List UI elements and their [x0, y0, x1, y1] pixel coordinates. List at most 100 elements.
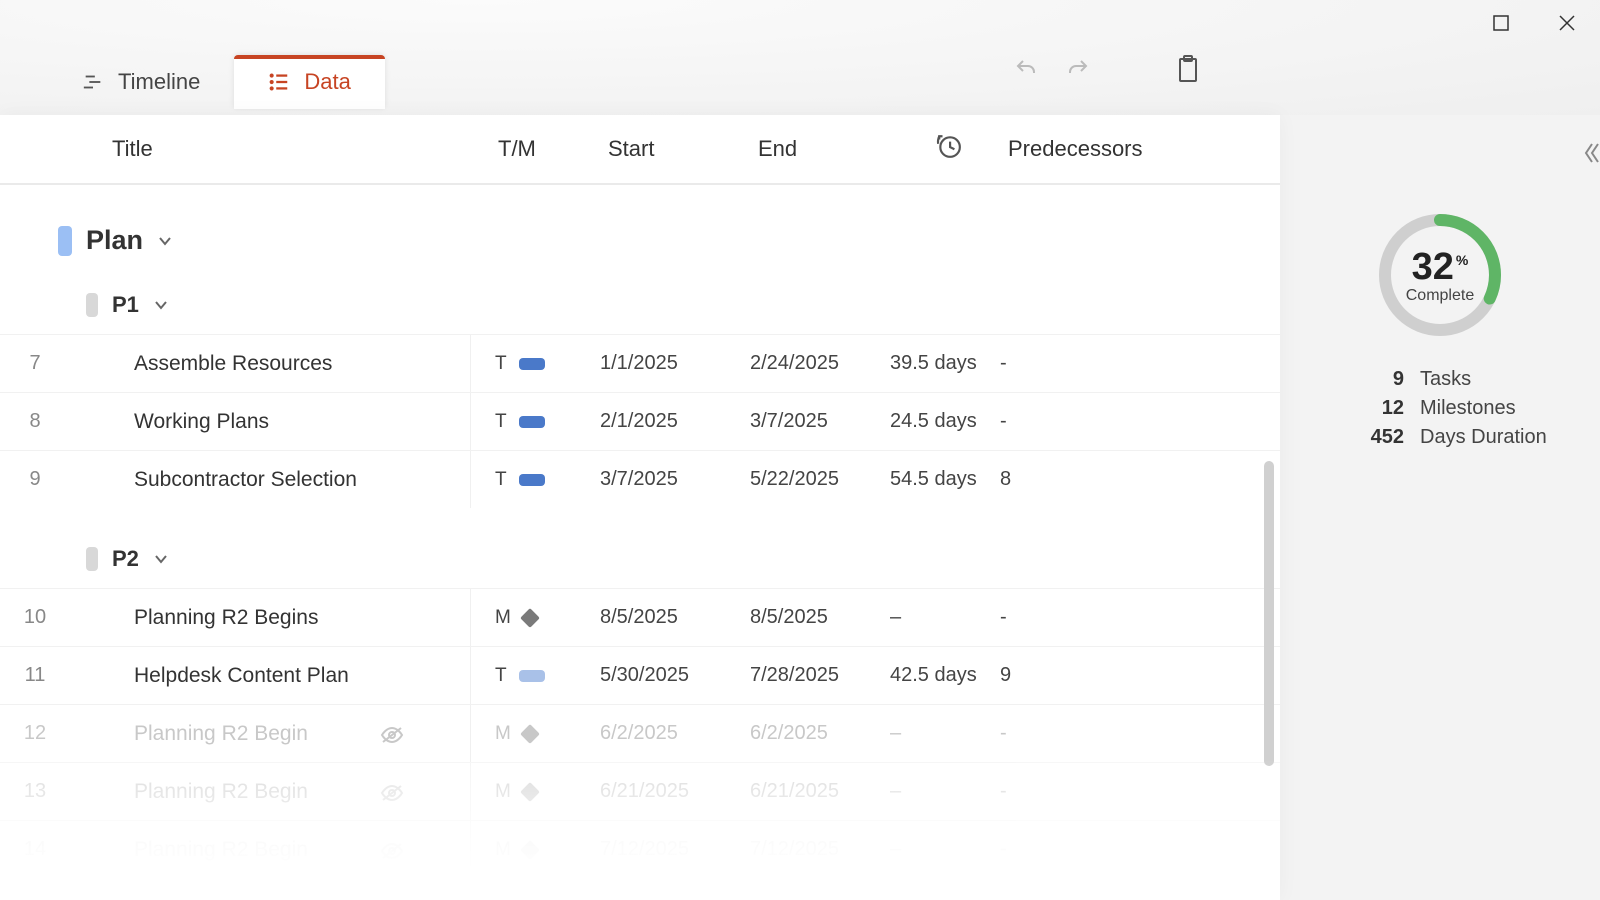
row-end[interactable]: 5/22/2025 [750, 468, 890, 491]
row-title[interactable]: Planning R2 Begin [70, 722, 470, 746]
row-duration[interactable]: 42.5 days [890, 664, 1000, 687]
column-end[interactable]: End [750, 136, 890, 162]
row-tm[interactable]: M [470, 763, 600, 820]
row-end[interactable]: 3/7/2025 [750, 410, 890, 433]
column-start[interactable]: Start [600, 136, 750, 162]
table-row[interactable]: 8 Working Plans T 2/1/2025 3/7/2025 24.5… [0, 392, 1280, 450]
row-start[interactable]: 1/1/2025 [600, 352, 750, 375]
row-tm[interactable]: T [470, 451, 600, 508]
row-end[interactable]: 6/2/2025 [750, 722, 890, 745]
row-predecessors[interactable]: 8 [1000, 468, 1180, 491]
table-row[interactable]: 13 Planning R2 Begin M 6/21/2025 6/21/20… [0, 762, 1280, 820]
group-p1-label: P1 [112, 292, 139, 318]
row-title[interactable]: Subcontractor Selection [70, 468, 470, 492]
row-duration[interactable]: 24.5 days [890, 410, 1000, 433]
hidden-icon [380, 726, 404, 744]
group-plan[interactable]: Plan [0, 215, 1280, 264]
row-start[interactable]: 2/1/2025 [600, 410, 750, 433]
chevron-down-icon [157, 233, 173, 249]
group-p2-label: P2 [112, 546, 139, 572]
row-predecessors[interactable]: - [1000, 606, 1180, 629]
row-title[interactable]: Planning R2 Begin [70, 780, 470, 804]
tab-data-label: Data [304, 69, 350, 95]
stat-tasks: 9 Tasks [1340, 368, 1570, 391]
row-duration[interactable]: – [890, 780, 1000, 803]
row-title[interactable]: Assemble Resources [70, 352, 470, 376]
column-header-row: Title T/M Start End Predecessors [0, 115, 1280, 185]
row-end[interactable]: 6/21/2025 [750, 780, 890, 803]
close-button[interactable] [1554, 10, 1580, 36]
row-predecessors[interactable]: - [1000, 352, 1180, 375]
column-tm[interactable]: T/M [470, 136, 600, 162]
clipboard-button[interactable] [1171, 52, 1205, 86]
row-duration[interactable]: 39.5 days [890, 352, 1000, 375]
row-start[interactable]: 5/30/2025 [600, 664, 750, 687]
progress-label: Complete [1406, 287, 1474, 305]
list-icon [268, 71, 290, 93]
row-title[interactable]: Planning R2 Begins [70, 606, 470, 630]
maximize-button[interactable] [1488, 10, 1514, 36]
row-duration[interactable]: – [890, 606, 1000, 629]
row-start[interactable]: 3/7/2025 [600, 468, 750, 491]
row-start[interactable]: 6/2/2025 [600, 722, 750, 745]
row-title[interactable]: Helpdesk Content Plan [70, 664, 470, 688]
row-start[interactable]: 8/5/2025 [600, 606, 750, 629]
group-plan-label: Plan [86, 225, 143, 256]
row-duration[interactable]: 54.5 days [890, 468, 1000, 491]
hidden-icon [380, 784, 404, 802]
row-tm[interactable]: M [470, 821, 600, 878]
row-duration[interactable]: – [890, 838, 1000, 861]
task-bar-icon [519, 358, 545, 370]
row-tm[interactable]: T [470, 335, 600, 392]
group-p2[interactable]: P2 [0, 536, 1280, 580]
row-predecessors[interactable]: - [1000, 838, 1180, 861]
scrollbar-thumb[interactable] [1264, 461, 1274, 766]
row-title[interactable]: Working Plans [70, 410, 470, 434]
row-number: 10 [0, 606, 70, 629]
data-grid-panel: Title T/M Start End Predecessors Plan P1… [0, 115, 1280, 900]
task-bar-icon [519, 670, 545, 682]
table-row[interactable]: 7 Assemble Resources T 1/1/2025 2/24/202… [0, 334, 1280, 392]
row-end[interactable]: 7/28/2025 [750, 664, 890, 687]
chevron-down-icon [153, 551, 169, 567]
task-bar-icon [519, 474, 545, 486]
row-number: 11 [0, 664, 70, 687]
chevron-down-icon [153, 297, 169, 313]
row-tm[interactable]: M [470, 705, 600, 762]
milestone-icon [520, 724, 540, 744]
panel-collapse-handle[interactable] [1582, 140, 1600, 166]
row-predecessors[interactable]: - [1000, 780, 1180, 803]
row-title[interactable]: Planning R2 Begin [70, 838, 470, 862]
row-start[interactable]: 7/12/2025 [600, 838, 750, 861]
row-tm[interactable]: M [470, 589, 600, 646]
tab-timeline[interactable]: Timeline [48, 55, 234, 109]
row-number: 13 [0, 780, 70, 803]
undo-button[interactable] [1009, 52, 1043, 86]
table-row[interactable]: 11 Helpdesk Content Plan T 5/30/2025 7/2… [0, 646, 1280, 704]
group-color-chip [86, 293, 98, 317]
row-start[interactable]: 6/21/2025 [600, 780, 750, 803]
window-controls [1488, 10, 1580, 36]
table-row[interactable]: 10 Planning R2 Begins M 8/5/2025 8/5/202… [0, 588, 1280, 646]
view-tabs: Timeline Data [48, 55, 385, 109]
column-title[interactable]: Title [70, 136, 470, 162]
row-end[interactable]: 8/5/2025 [750, 606, 890, 629]
row-tm[interactable]: T [470, 647, 600, 704]
milestone-icon [520, 840, 540, 860]
table-row[interactable]: 9 Subcontractor Selection T 3/7/2025 5/2… [0, 450, 1280, 508]
redo-button[interactable] [1061, 52, 1095, 86]
row-end[interactable]: 7/12/2025 [750, 838, 890, 861]
row-duration[interactable]: – [890, 722, 1000, 745]
group-p1[interactable]: P1 [0, 282, 1280, 326]
row-predecessors[interactable]: - [1000, 722, 1180, 745]
row-predecessors[interactable]: 9 [1000, 664, 1180, 687]
column-duration-icon[interactable] [928, 133, 962, 165]
row-tm[interactable]: T [470, 393, 600, 450]
table-row[interactable]: 12 Planning R2 Begin M 6/2/2025 6/2/2025… [0, 704, 1280, 762]
stat-duration: 452 Days Duration [1340, 426, 1570, 449]
column-predecessors[interactable]: Predecessors [1000, 136, 1180, 162]
tab-data[interactable]: Data [234, 55, 384, 109]
row-end[interactable]: 2/24/2025 [750, 352, 890, 375]
table-row[interactable]: 14 Planning R2 Begin M 7/12/2025 7/12/20… [0, 820, 1280, 878]
row-predecessors[interactable]: - [1000, 410, 1180, 433]
